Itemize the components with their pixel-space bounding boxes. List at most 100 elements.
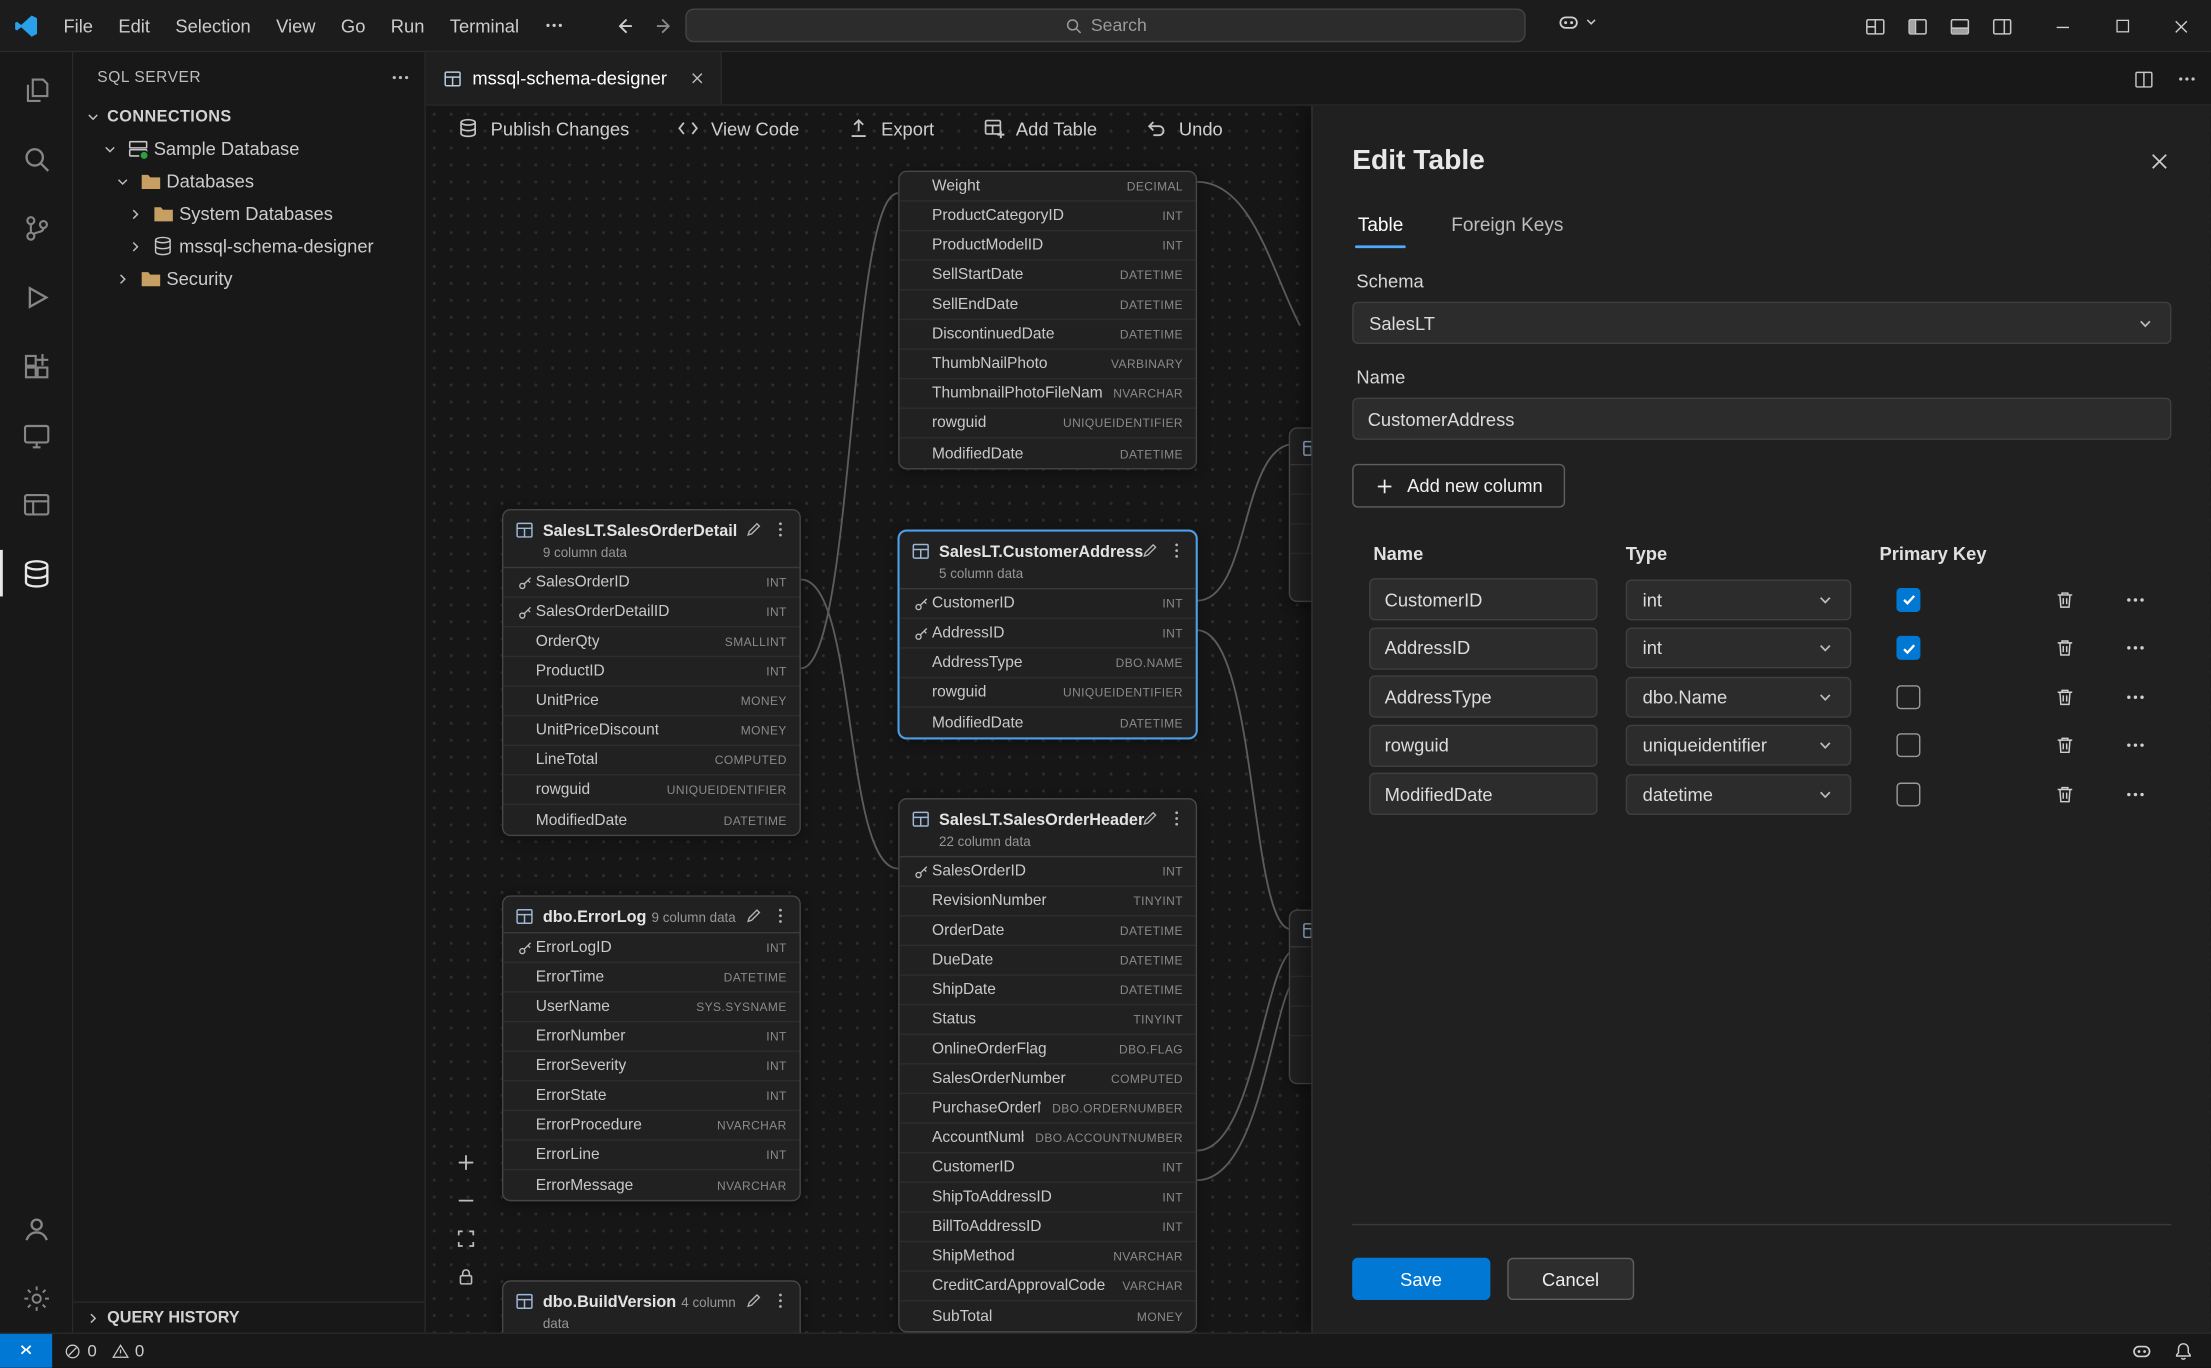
- table-designer-icon[interactable]: [0, 470, 72, 539]
- column-type-dropdown[interactable]: int: [1626, 579, 1852, 620]
- column-type-dropdown[interactable]: uniqueidentifier: [1626, 725, 1852, 766]
- edit-table-icon[interactable]: [1141, 809, 1159, 827]
- table-more-icon[interactable]: [771, 907, 789, 925]
- toggle-secondary-sidebar-icon[interactable]: [1991, 15, 2014, 38]
- menu-item[interactable]: View: [263, 9, 328, 41]
- primary-key-checkbox[interactable]: [1896, 782, 1920, 806]
- column-more-icon[interactable]: [2114, 783, 2156, 804]
- column-name-input[interactable]: [1369, 675, 1597, 717]
- remote-explorer-icon[interactable]: [0, 400, 72, 469]
- column-type-dropdown[interactable]: datetime: [1626, 773, 1852, 814]
- minimize-button[interactable]: [2033, 0, 2092, 52]
- table-name-input[interactable]: [1352, 398, 2171, 440]
- maximize-button[interactable]: [2092, 0, 2151, 52]
- remote-indicator[interactable]: [0, 1334, 52, 1368]
- query-history-section-header[interactable]: QUERY HISTORY: [73, 1301, 424, 1332]
- menu-item[interactable]: Terminal: [437, 9, 532, 41]
- toolbar-button[interactable]: Publish Changes: [457, 117, 629, 140]
- split-editor-icon[interactable]: [2133, 68, 2154, 89]
- navigate-back-icon[interactable]: [614, 15, 635, 36]
- table-more-icon[interactable]: [1167, 809, 1185, 827]
- column-type-dropdown[interactable]: dbo.Name: [1626, 676, 1852, 717]
- close-window-button[interactable]: [2152, 0, 2211, 52]
- delete-column-icon[interactable]: [2043, 637, 2085, 658]
- tree-item[interactable]: Databases: [73, 165, 424, 197]
- table-node[interactable]: Weight DECIMAL ProductCategoryID INT: [898, 171, 1197, 470]
- table-more-icon[interactable]: [1167, 541, 1185, 559]
- zoom-out-icon[interactable]: [455, 1190, 476, 1211]
- menu-item[interactable]: Selection: [163, 9, 264, 41]
- panel-tab[interactable]: Table: [1352, 206, 1409, 248]
- primary-key-checkbox[interactable]: [1896, 636, 1920, 660]
- source-control-icon[interactable]: [0, 193, 72, 262]
- menu-item[interactable]: Edit: [106, 9, 163, 41]
- toggle-panel-icon[interactable]: [1949, 15, 1972, 38]
- menu-item[interactable]: Run: [378, 9, 437, 41]
- editor-more-icon[interactable]: [2177, 69, 2197, 89]
- menu-item[interactable]: File: [51, 9, 106, 41]
- tab-mssql-schema-designer[interactable]: mssql-schema-designer: [426, 52, 722, 104]
- delete-column-icon[interactable]: [2043, 783, 2085, 804]
- toolbar-button[interactable]: View Code: [677, 117, 799, 140]
- delete-column-icon[interactable]: [2043, 735, 2085, 756]
- menu-more-button[interactable]: [532, 10, 577, 41]
- column-name-input[interactable]: [1369, 773, 1597, 815]
- sql-server-database-icon[interactable]: [0, 539, 72, 608]
- tree-item[interactable]: mssql-schema-designer: [73, 230, 424, 262]
- search-sidebar-icon[interactable]: [0, 124, 72, 193]
- toolbar-button[interactable]: Add Table: [982, 117, 1097, 140]
- column-more-icon[interactable]: [2114, 637, 2156, 658]
- edit-table-icon[interactable]: [744, 1292, 762, 1310]
- tree-item[interactable]: System Databases: [73, 197, 424, 229]
- delete-column-icon[interactable]: [2043, 589, 2085, 610]
- connections-section-header[interactable]: CONNECTIONS: [73, 102, 424, 133]
- edit-table-icon[interactable]: [1141, 541, 1159, 559]
- toolbar-button[interactable]: Export: [847, 117, 934, 140]
- table-more-icon[interactable]: [771, 520, 789, 538]
- table-node[interactable]: SalesLT.SalesOrderHeader 22 column data: [898, 798, 1197, 1332]
- delete-column-icon[interactable]: [2043, 686, 2085, 707]
- menu-item[interactable]: Go: [328, 9, 378, 41]
- save-button[interactable]: Save: [1352, 1258, 1490, 1300]
- notifications-bell-icon[interactable]: [2173, 1340, 2194, 1361]
- table-node[interactable]: dbo.BuildVersion 4 column data: [502, 1280, 801, 1332]
- table-node[interactable]: SalesLT.SalesOrderDetail 9 column data: [502, 509, 801, 836]
- toolbar-button[interactable]: Undo: [1145, 117, 1223, 140]
- search-box[interactable]: Search: [685, 8, 1525, 42]
- panel-close-icon[interactable]: [2147, 149, 2171, 173]
- fit-view-icon[interactable]: [455, 1228, 476, 1249]
- column-name-input[interactable]: [1369, 724, 1597, 766]
- zoom-in-icon[interactable]: [455, 1152, 476, 1173]
- tree-item[interactable]: Sample Database: [73, 133, 424, 165]
- primary-key-checkbox[interactable]: [1896, 733, 1920, 757]
- column-name-input[interactable]: [1369, 627, 1597, 669]
- column-more-icon[interactable]: [2114, 686, 2156, 707]
- column-name-input[interactable]: [1369, 578, 1597, 620]
- table-more-icon[interactable]: [771, 1292, 789, 1310]
- extensions-icon[interactable]: [0, 331, 72, 400]
- column-type-dropdown[interactable]: int: [1626, 627, 1852, 668]
- tab-close-icon[interactable]: [688, 69, 706, 87]
- add-new-column-button[interactable]: Add new column: [1352, 464, 1565, 508]
- edit-table-icon[interactable]: [744, 907, 762, 925]
- account-icon[interactable]: [0, 1194, 72, 1263]
- edit-table-icon[interactable]: [744, 520, 762, 538]
- navigate-forward-icon[interactable]: [654, 15, 675, 36]
- problems-indicator[interactable]: 0 0: [52, 1341, 164, 1361]
- copilot-status-icon[interactable]: [2131, 1340, 2154, 1363]
- settings-gear-icon[interactable]: [0, 1263, 72, 1332]
- table-node[interactable]: dbo.ErrorLog 9 column data: [502, 895, 801, 1201]
- primary-key-checkbox[interactable]: [1896, 587, 1920, 611]
- column-more-icon[interactable]: [2114, 589, 2156, 610]
- lock-icon[interactable]: [455, 1266, 476, 1287]
- customize-layout-icon[interactable]: [1864, 15, 1887, 38]
- tree-item[interactable]: Security: [73, 262, 424, 294]
- copilot-menu[interactable]: [1557, 10, 1599, 34]
- column-more-icon[interactable]: [2114, 735, 2156, 756]
- schema-canvas[interactable]: Publish Changes View Code: [426, 106, 2211, 1333]
- explorer-icon[interactable]: [0, 55, 72, 124]
- sidebar-more-icon[interactable]: [391, 67, 411, 87]
- primary-key-checkbox[interactable]: [1896, 685, 1920, 709]
- toggle-primary-sidebar-icon[interactable]: [1906, 15, 1929, 38]
- run-and-debug-icon[interactable]: [0, 262, 72, 331]
